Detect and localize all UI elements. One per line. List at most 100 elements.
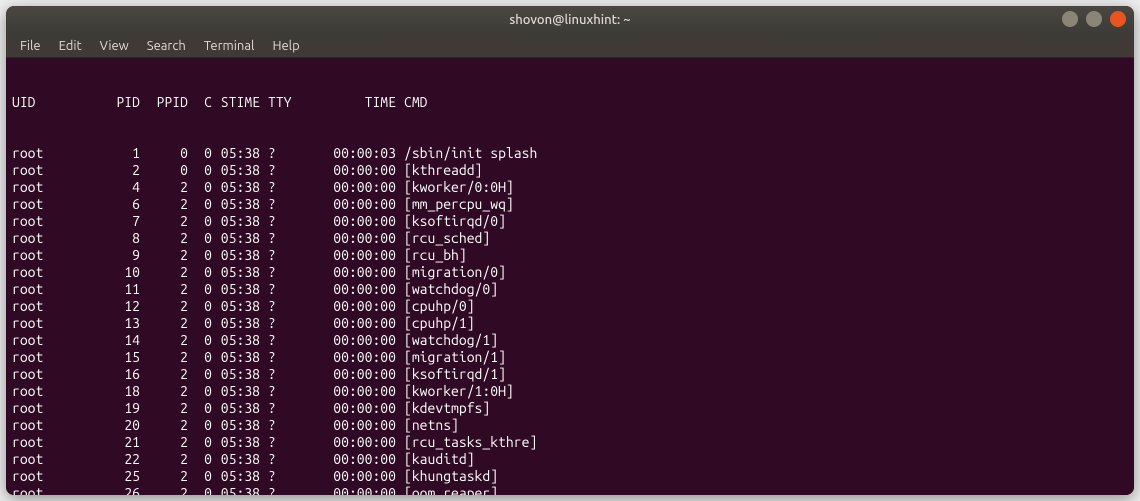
- ps-ppid: 2: [140, 400, 188, 417]
- menu-edit[interactable]: Edit: [51, 37, 90, 55]
- ps-pid: 19: [84, 400, 140, 417]
- ps-tty: ?: [260, 264, 292, 281]
- ps-uid: root: [12, 349, 84, 366]
- ps-row: root112005:38?00:00:00[watchdog/0]: [12, 281, 1128, 298]
- ps-tty: ?: [260, 383, 292, 400]
- ps-stime: 05:38: [212, 332, 260, 349]
- ps-pid: 26: [84, 485, 140, 495]
- menu-view[interactable]: View: [92, 37, 137, 55]
- ps-stime: 05:38: [212, 247, 260, 264]
- ps-ppid: 2: [140, 417, 188, 434]
- ps-row: root92005:38?00:00:00[rcu_bh]: [12, 247, 1128, 264]
- ps-ppid: 0: [140, 145, 188, 162]
- ps-pid: 22: [84, 451, 140, 468]
- ps-tty: ?: [260, 349, 292, 366]
- hdr-cmd: CMD: [396, 94, 428, 111]
- ps-tty: ?: [260, 230, 292, 247]
- menu-file[interactable]: File: [12, 37, 49, 55]
- ps-c: 0: [188, 349, 212, 366]
- ps-ppid: 2: [140, 366, 188, 383]
- ps-pid: 1: [84, 145, 140, 162]
- ps-ppid: 2: [140, 383, 188, 400]
- ps-c: 0: [188, 366, 212, 383]
- ps-cmd: [kworker/0:0H]: [396, 179, 514, 196]
- ps-uid: root: [12, 315, 84, 332]
- ps-time: 00:00:00: [292, 349, 396, 366]
- close-button[interactable]: [1110, 11, 1126, 27]
- ps-stime: 05:38: [212, 298, 260, 315]
- ps-uid: root: [12, 417, 84, 434]
- ps-row: root42005:38?00:00:00[kworker/0:0H]: [12, 179, 1128, 196]
- ps-c: 0: [188, 315, 212, 332]
- ps-time: 00:00:00: [292, 400, 396, 417]
- ps-pid: 10: [84, 264, 140, 281]
- ps-c: 0: [188, 434, 212, 451]
- ps-pid: 9: [84, 247, 140, 264]
- ps-row: root20005:38?00:00:00[kthreadd]: [12, 162, 1128, 179]
- ps-cmd: [kdevtmpfs]: [396, 400, 490, 417]
- ps-time: 00:00:03: [292, 145, 396, 162]
- ps-ppid: 2: [140, 315, 188, 332]
- ps-uid: root: [12, 196, 84, 213]
- ps-ppid: 2: [140, 332, 188, 349]
- ps-stime: 05:38: [212, 451, 260, 468]
- ps-tty: ?: [260, 451, 292, 468]
- ps-c: 0: [188, 196, 212, 213]
- ps-stime: 05:38: [212, 281, 260, 298]
- ps-ppid: 2: [140, 230, 188, 247]
- terminal-output[interactable]: UIDPIDPPIDCSTIMETTYTIMECMD root10005:38?…: [6, 58, 1134, 495]
- minimize-button[interactable]: [1062, 11, 1078, 27]
- ps-row: root182005:38?00:00:00[kworker/1:0H]: [12, 383, 1128, 400]
- ps-tty: ?: [260, 196, 292, 213]
- ps-uid: root: [12, 298, 84, 315]
- menu-search[interactable]: Search: [139, 37, 194, 55]
- ps-ppid: 2: [140, 468, 188, 485]
- ps-pid: 6: [84, 196, 140, 213]
- ps-ppid: 2: [140, 213, 188, 230]
- ps-tty: ?: [260, 298, 292, 315]
- ps-row: root162005:38?00:00:00[ksoftirqd/1]: [12, 366, 1128, 383]
- ps-c: 0: [188, 468, 212, 485]
- ps-pid: 25: [84, 468, 140, 485]
- ps-tty: ?: [260, 332, 292, 349]
- menu-terminal[interactable]: Terminal: [196, 37, 263, 55]
- ps-pid: 12: [84, 298, 140, 315]
- ps-time: 00:00:00: [292, 230, 396, 247]
- ps-stime: 05:38: [212, 417, 260, 434]
- ps-row: root192005:38?00:00:00[kdevtmpfs]: [12, 400, 1128, 417]
- ps-time: 00:00:00: [292, 179, 396, 196]
- titlebar[interactable]: shovon@linuxhint: ~: [6, 6, 1134, 34]
- ps-uid: root: [12, 162, 84, 179]
- ps-uid: root: [12, 281, 84, 298]
- menu-help[interactable]: Help: [264, 37, 307, 55]
- ps-cmd: [watchdog/1]: [396, 332, 498, 349]
- terminal-window: shovon@linuxhint: ~ File Edit View Searc…: [6, 6, 1134, 495]
- ps-c: 0: [188, 264, 212, 281]
- ps-stime: 05:38: [212, 145, 260, 162]
- ps-c: 0: [188, 417, 212, 434]
- ps-uid: root: [12, 468, 84, 485]
- ps-row: root132005:38?00:00:00[cpuhp/1]: [12, 315, 1128, 332]
- ps-cmd: [cpuhp/1]: [396, 315, 475, 332]
- ps-tty: ?: [260, 400, 292, 417]
- ps-row: root122005:38?00:00:00[cpuhp/0]: [12, 298, 1128, 315]
- ps-cmd: [migration/1]: [396, 349, 506, 366]
- ps-tty: ?: [260, 162, 292, 179]
- ps-stime: 05:38: [212, 179, 260, 196]
- ps-stime: 05:38: [212, 196, 260, 213]
- hdr-time: TIME: [292, 94, 396, 111]
- ps-stime: 05:38: [212, 162, 260, 179]
- ps-stime: 05:38: [212, 349, 260, 366]
- ps-cmd: [migration/0]: [396, 264, 506, 281]
- ps-c: 0: [188, 281, 212, 298]
- ps-uid: root: [12, 383, 84, 400]
- ps-pid: 2: [84, 162, 140, 179]
- ps-cmd: [mm_percpu_wq]: [396, 196, 514, 213]
- ps-cmd: [oom_reaper]: [396, 485, 498, 495]
- ps-pid: 7: [84, 213, 140, 230]
- ps-time: 00:00:00: [292, 366, 396, 383]
- ps-ppid: 2: [140, 247, 188, 264]
- ps-time: 00:00:00: [292, 332, 396, 349]
- maximize-button[interactable]: [1086, 11, 1102, 27]
- ps-cmd: [ksoftirqd/1]: [396, 366, 506, 383]
